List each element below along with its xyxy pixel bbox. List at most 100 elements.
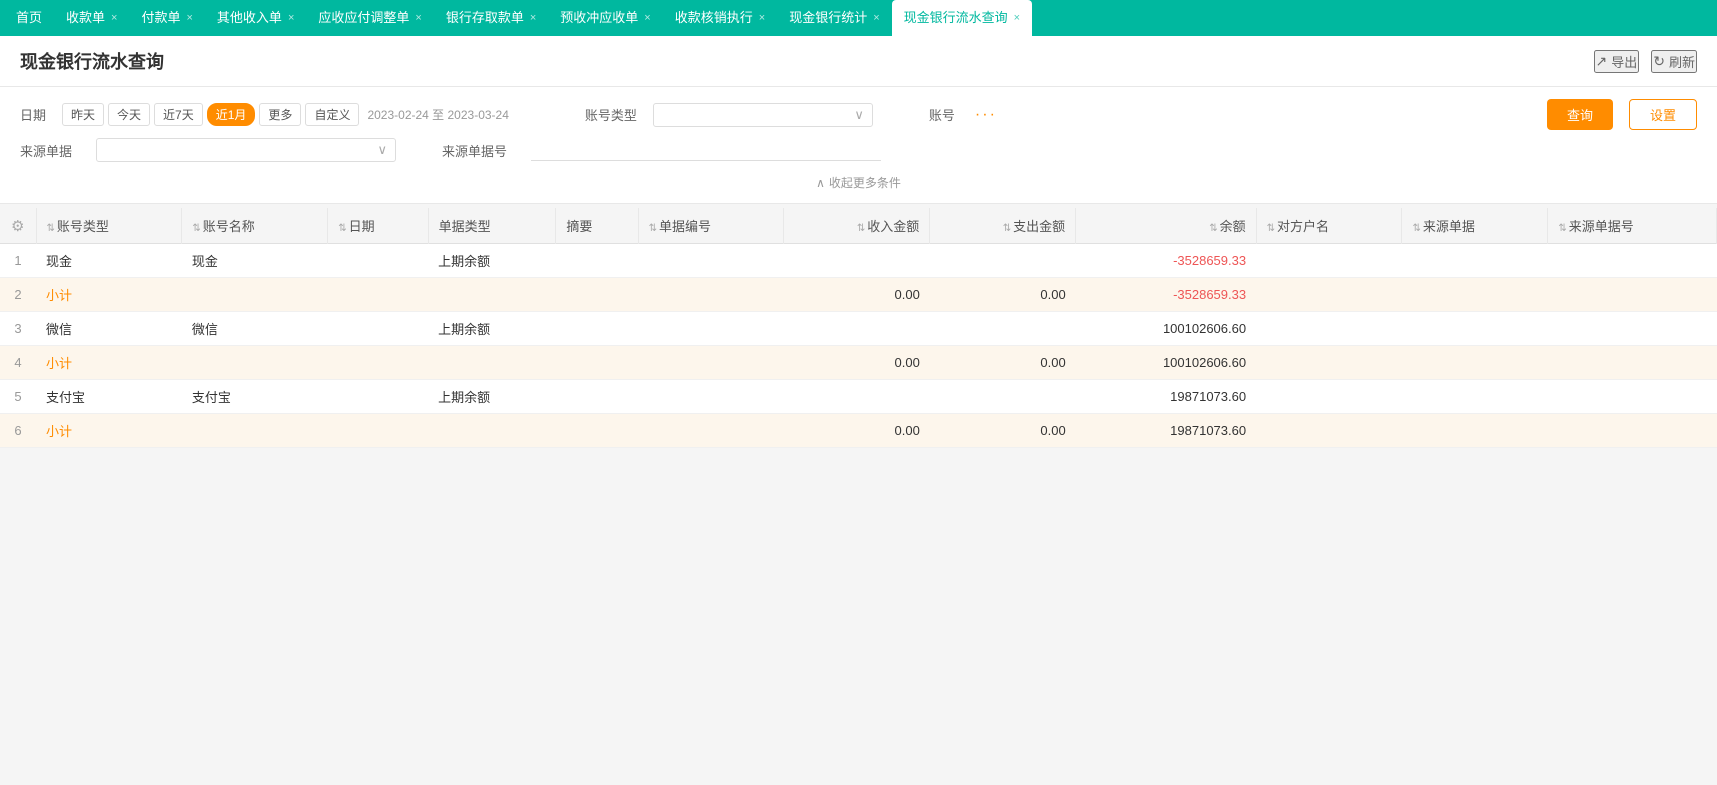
close-icon[interactable]: ×: [1014, 0, 1020, 36]
cell-income: [784, 312, 930, 346]
close-icon[interactable]: ×: [288, 0, 294, 36]
sort-icon[interactable]: ⇅: [857, 223, 865, 234]
column-expense: ⇅支出金额: [930, 208, 1076, 244]
close-icon[interactable]: ×: [644, 0, 650, 36]
cell-date: [328, 346, 428, 380]
sort-icon[interactable]: ⇅: [1558, 223, 1566, 234]
table-header-row: ⚙ ⇅账号类型 ⇅账号名称 ⇅日期 单据类型 摘要 ⇅单据编号 ⇅收入金额 ⇅支…: [0, 208, 1717, 244]
export-button[interactable]: ↗ 导出: [1594, 50, 1640, 73]
cell-balance: 100102606.60: [1076, 312, 1256, 346]
account-type-label: 账号类型: [585, 105, 637, 124]
data-table: ⚙ ⇅账号类型 ⇅账号名称 ⇅日期 单据类型 摘要 ⇅单据编号 ⇅收入金额 ⇅支…: [0, 208, 1717, 448]
table-row: 1 现金 现金 上期余额 -3528659.33: [0, 244, 1717, 278]
cell-balance: 19871073.60: [1076, 380, 1256, 414]
collapse-arrow-icon: ∧: [816, 176, 825, 190]
nav-other-income[interactable]: 其他收入单 ×: [205, 0, 306, 36]
query-button[interactable]: 查询: [1547, 99, 1613, 130]
cell-doc-type: [428, 278, 556, 312]
cell-doc-no: [638, 380, 784, 414]
cell-expense: [930, 312, 1076, 346]
row-number: 4: [0, 346, 36, 380]
row-number: 6: [0, 414, 36, 448]
cell-doc-type: [428, 414, 556, 448]
nav-bank-deposit[interactable]: 银行存取款单 ×: [434, 0, 548, 36]
filter-area: 日期 昨天 今天 近7天 近1月 更多 自定义 2023-02-24 至 202…: [0, 87, 1717, 204]
dropdown-arrow-icon: ∨: [854, 107, 864, 123]
date-custom[interactable]: 自定义: [305, 103, 359, 126]
cell-doc-type: [428, 346, 556, 380]
account-label: 账号: [929, 105, 955, 124]
refresh-icon: ↻: [1653, 53, 1665, 70]
sort-icon[interactable]: ⇅: [1267, 223, 1275, 234]
cell-account-name: 支付宝: [182, 380, 328, 414]
date-options: 昨天 今天 近7天 近1月 更多 自定义 2023-02-24 至 2023-0…: [62, 103, 509, 126]
date-today[interactable]: 今天: [108, 103, 150, 126]
cell-account-name: 现金: [182, 244, 328, 278]
cell-counterpart: [1256, 380, 1402, 414]
nav-prepayment[interactable]: 预收冲应收单 ×: [548, 0, 662, 36]
top-navigation: 首页 收款单 × 付款单 × 其他收入单 × 应收应付调整单 × 银行存取款单 …: [0, 0, 1717, 36]
cell-doc-type: 上期余额: [428, 380, 556, 414]
cell-income: [784, 244, 930, 278]
column-counterpart: ⇅对方户名: [1256, 208, 1402, 244]
date-1month[interactable]: 近1月: [207, 103, 256, 126]
column-income: ⇅收入金额: [784, 208, 930, 244]
gear-icon[interactable]: ⚙: [11, 218, 24, 235]
cell-expense: [930, 380, 1076, 414]
close-icon[interactable]: ×: [530, 0, 536, 36]
nav-bank-flow[interactable]: 现金银行流水查询 ×: [892, 0, 1032, 36]
refresh-button[interactable]: ↻ 刷新: [1651, 50, 1697, 73]
cell-source-doc: [1402, 414, 1548, 448]
nav-receipt[interactable]: 收款单 ×: [54, 0, 129, 36]
sort-icon[interactable]: ⇅: [192, 223, 200, 234]
cell-account-type: 小计: [36, 414, 182, 448]
sort-icon[interactable]: ⇅: [649, 223, 657, 234]
sort-icon[interactable]: ⇅: [338, 223, 346, 234]
nav-collection[interactable]: 收款核销执行 ×: [663, 0, 777, 36]
nav-adjustment[interactable]: 应收应付调整单 ×: [306, 0, 433, 36]
settings-button[interactable]: 设置: [1629, 99, 1697, 130]
cell-income: [784, 380, 930, 414]
column-doc-type: 单据类型: [428, 208, 556, 244]
table-row: 2 小计 0.00 0.00 -3528659.33: [0, 278, 1717, 312]
sort-icon[interactable]: ⇅: [1003, 223, 1011, 234]
close-icon[interactable]: ×: [415, 0, 421, 36]
sort-icon[interactable]: ⇅: [47, 223, 55, 234]
close-icon[interactable]: ×: [759, 0, 765, 36]
nav-payment[interactable]: 付款单 ×: [129, 0, 204, 36]
dropdown-arrow-icon2: ∨: [378, 142, 388, 158]
cell-doc-no: [638, 244, 784, 278]
date-7days[interactable]: 近7天: [154, 103, 203, 126]
source-doc-no-input[interactable]: [531, 139, 881, 161]
account-ellipsis[interactable]: ···: [975, 106, 997, 124]
column-source-doc: ⇅来源单据: [1402, 208, 1548, 244]
cell-doc-no: [638, 278, 784, 312]
header-actions: ↗ 导出 ↻ 刷新: [1594, 50, 1698, 73]
cell-account-type: 现金: [36, 244, 182, 278]
date-filter-label: 日期: [20, 105, 46, 124]
collapse-bar[interactable]: ∧ 收起更多条件: [20, 170, 1697, 195]
cell-doc-type: 上期余额: [428, 312, 556, 346]
account-type-select[interactable]: ∨: [653, 103, 873, 127]
cell-doc-no: [638, 346, 784, 380]
page-title: 现金银行流水查询: [20, 48, 164, 74]
cell-account-type: 支付宝: [36, 380, 182, 414]
cell-summary: [556, 278, 638, 312]
date-yesterday[interactable]: 昨天: [62, 103, 104, 126]
cell-source-doc-no: [1548, 380, 1717, 414]
cell-account-type: 小计: [36, 278, 182, 312]
sort-icon[interactable]: ⇅: [1209, 223, 1217, 234]
nav-bank-stats[interactable]: 现金银行统计 ×: [777, 0, 891, 36]
close-icon[interactable]: ×: [111, 0, 117, 36]
cell-summary: [556, 346, 638, 380]
cell-income: 0.00: [784, 346, 930, 380]
source-doc-select[interactable]: ∨: [96, 138, 396, 162]
sort-icon[interactable]: ⇅: [1412, 223, 1420, 234]
column-balance: ⇅余额: [1076, 208, 1256, 244]
nav-home[interactable]: 首页: [4, 0, 54, 36]
close-icon[interactable]: ×: [873, 0, 879, 36]
cell-income: 0.00: [784, 278, 930, 312]
close-icon[interactable]: ×: [186, 0, 192, 36]
cell-summary: [556, 380, 638, 414]
date-more[interactable]: 更多: [259, 103, 301, 126]
